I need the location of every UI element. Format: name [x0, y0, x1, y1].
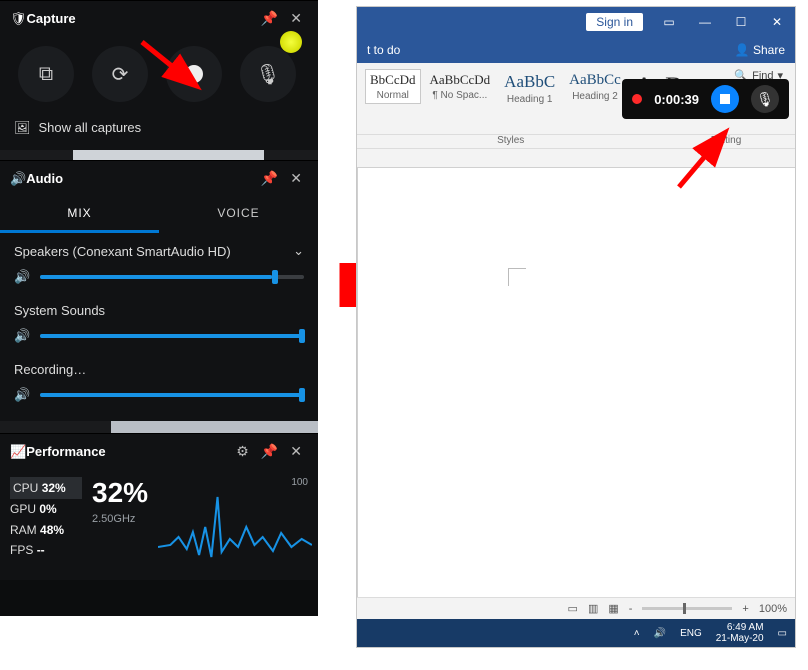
- close-button[interactable]: ✕: [284, 167, 308, 190]
- page-corner-mark: [508, 268, 526, 286]
- taskbar-clock[interactable]: 6:49 AM 21-May-20: [716, 622, 764, 644]
- share-icon: 👤: [735, 43, 750, 57]
- perf-graph: 100: [158, 477, 312, 572]
- zoom-in-button[interactable]: +: [742, 603, 748, 615]
- show-all-label: Show all captures: [39, 120, 142, 135]
- red-arrow-icon: [134, 34, 214, 104]
- show-all-captures-link[interactable]: 🖼 Show all captures: [0, 116, 318, 150]
- sign-in-button[interactable]: Sign in: [586, 13, 643, 31]
- app-name: System Sounds: [14, 303, 304, 318]
- tray-volume-icon[interactable]: 🔊: [654, 628, 666, 639]
- language-indicator[interactable]: ENG: [680, 628, 702, 639]
- view-print-button[interactable]: ▥: [588, 602, 598, 615]
- screenshot-button[interactable]: ⧉: [18, 46, 74, 102]
- camera-icon: ⧉: [39, 63, 53, 86]
- document-area[interactable]: [357, 167, 795, 619]
- chevron-down-icon: ⌄: [293, 243, 304, 259]
- capture-widget: 🛡 Capture 📌 ✕ ⧉ ⟳ 🎙 🖼 Show all captures: [0, 0, 318, 160]
- performance-widget: 📈 Performance ⚙ 📌 ✕ CPU 32% GPU 0% RAM 4…: [0, 433, 318, 580]
- view-read-button[interactable]: ▭: [568, 602, 578, 615]
- pin-button[interactable]: 📌: [255, 440, 284, 463]
- close-button[interactable]: ✕: [284, 440, 308, 463]
- minimize-button[interactable]: —: [687, 15, 723, 29]
- scrollbar[interactable]: [0, 150, 318, 160]
- device-name: Speakers (Conexant SmartAudio HD): [14, 244, 231, 259]
- close-button[interactable]: ✕: [759, 15, 795, 29]
- audio-widget: 🔊 Audio 📌 ✕ MIX VOICE Speakers (Conexant…: [0, 160, 318, 433]
- mic-toggle-button[interactable]: 🎙: [751, 85, 779, 113]
- style-normal[interactable]: BbCcDdNormal: [365, 69, 421, 104]
- recording-overlay: 0:00:39 🎙: [622, 79, 789, 119]
- master-volume-slider[interactable]: [40, 275, 304, 279]
- share-button[interactable]: Share: [753, 43, 785, 57]
- word-status-bar: ▭ ▥ ▦ - + 100%: [357, 597, 795, 619]
- rewind-icon: ⟳: [112, 62, 129, 87]
- mic-icon: 🎙: [255, 62, 280, 87]
- word-window: Sign in ▭ — ☐ ✕ t to do 👤 Share BbCcDdNo…: [356, 6, 796, 648]
- zoom-level[interactable]: 100%: [759, 603, 787, 615]
- maximize-button[interactable]: ☐: [723, 15, 759, 29]
- mic-toggle-button[interactable]: 🎙: [240, 46, 296, 102]
- tab-mix[interactable]: MIX: [0, 196, 159, 233]
- app-name: Recording…: [14, 362, 304, 377]
- word-titlebar: Sign in ▭ — ☐ ✕: [357, 7, 795, 37]
- perf-title: Performance: [26, 444, 230, 459]
- scrollbar[interactable]: [0, 421, 318, 433]
- perf-big-number: 32%: [92, 477, 148, 509]
- system-sounds-slider[interactable]: [40, 334, 304, 338]
- recording-dot-icon: [632, 94, 642, 104]
- graph-max-label: 100: [291, 477, 308, 488]
- cursor-highlight: [280, 31, 302, 53]
- capture-title: Capture: [27, 11, 255, 26]
- zoom-slider[interactable]: [642, 607, 732, 610]
- zoom-out-button[interactable]: -: [629, 603, 633, 615]
- style-heading1[interactable]: AaBbCHeading 1: [499, 69, 560, 108]
- windows-taskbar: ˄ 🔊 ENG 6:49 AM 21-May-20 ▭: [357, 619, 795, 647]
- audio-title: Audio: [26, 171, 255, 186]
- tray-chevron-icon[interactable]: ˄: [634, 628, 640, 639]
- pin-button[interactable]: 📌: [255, 167, 284, 190]
- speaker-icon: 🔊: [14, 269, 30, 285]
- recording-app-slider[interactable]: [40, 393, 304, 397]
- close-button[interactable]: ✕: [284, 7, 308, 30]
- tell-me-fragment[interactable]: t to do: [367, 43, 400, 57]
- speaker-icon: 🔊: [14, 328, 30, 344]
- tab-voice[interactable]: VOICE: [159, 196, 318, 233]
- chart-icon: 📈: [10, 444, 26, 460]
- gallery-icon: 🖼: [14, 120, 31, 135]
- stop-recording-button[interactable]: [711, 85, 739, 113]
- ribbon-display-button[interactable]: ▭: [651, 15, 687, 29]
- pin-button[interactable]: 📌: [255, 7, 284, 30]
- action-center-icon[interactable]: ▭: [778, 628, 787, 639]
- speaker-icon: 🔊: [14, 387, 30, 403]
- styles-group-label: Styles: [411, 135, 611, 146]
- perf-ghz: 2.50GHz: [92, 513, 148, 525]
- style-no-spacing[interactable]: AaBbCcDd¶ No Spac...: [425, 69, 496, 104]
- style-heading2[interactable]: AaBbCcHeading 2: [564, 69, 626, 105]
- perf-stats: CPU 32% GPU 0% RAM 48% FPS --: [10, 477, 82, 572]
- settings-button[interactable]: ⚙: [230, 440, 255, 463]
- red-arrow-icon: [669, 125, 739, 195]
- volume-icon: 🔊: [10, 171, 26, 187]
- output-device-select[interactable]: Speakers (Conexant SmartAudio HD) ⌄: [14, 243, 304, 259]
- shield-icon: 🛡: [10, 11, 27, 27]
- view-web-button[interactable]: ▦: [608, 602, 618, 615]
- recording-timer: 0:00:39: [654, 92, 699, 107]
